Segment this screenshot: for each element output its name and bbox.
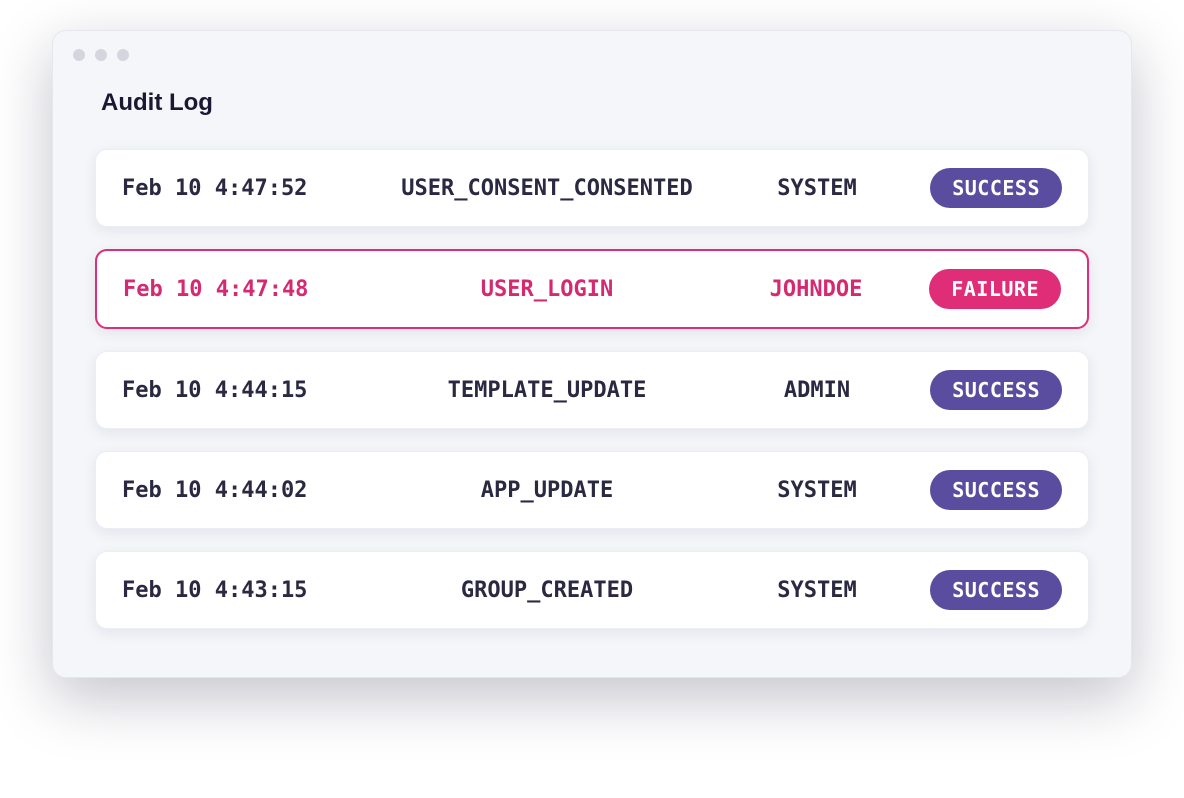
close-icon[interactable] bbox=[73, 49, 85, 61]
log-event: APP_UPDATE bbox=[362, 478, 732, 503]
log-actor: SYSTEM bbox=[742, 176, 892, 201]
log-row[interactable]: Feb 10 4:47:52 USER_CONSENT_CONSENTED SY… bbox=[95, 149, 1089, 227]
log-event: USER_CONSENT_CONSENTED bbox=[362, 176, 732, 201]
log-event: USER_LOGIN bbox=[363, 277, 731, 302]
log-timestamp: Feb 10 4:44:02 bbox=[122, 478, 352, 503]
log-row[interactable]: Feb 10 4:44:15 TEMPLATE_UPDATE ADMIN SUC… bbox=[95, 351, 1089, 429]
minimize-icon[interactable] bbox=[95, 49, 107, 61]
log-actor: ADMIN bbox=[742, 378, 892, 403]
maximize-icon[interactable] bbox=[117, 49, 129, 61]
page-title: Audit Log bbox=[101, 89, 1089, 117]
status-badge: FAILURE bbox=[929, 269, 1061, 309]
log-actor: JOHNDOE bbox=[741, 277, 891, 302]
log-event: GROUP_CREATED bbox=[362, 578, 732, 603]
log-timestamp: Feb 10 4:43:15 bbox=[122, 578, 352, 603]
audit-log-list: Feb 10 4:47:52 USER_CONSENT_CONSENTED SY… bbox=[95, 149, 1089, 629]
log-status-cell: FAILURE bbox=[901, 269, 1061, 309]
status-badge: SUCCESS bbox=[930, 570, 1062, 610]
log-status-cell: SUCCESS bbox=[902, 370, 1062, 410]
status-badge: SUCCESS bbox=[930, 470, 1062, 510]
status-badge: SUCCESS bbox=[930, 168, 1062, 208]
log-actor: SYSTEM bbox=[742, 478, 892, 503]
log-actor: SYSTEM bbox=[742, 578, 892, 603]
main-content: Audit Log Feb 10 4:47:52 USER_CONSENT_CO… bbox=[53, 61, 1131, 677]
app-window: Audit Log Feb 10 4:47:52 USER_CONSENT_CO… bbox=[52, 30, 1132, 678]
log-timestamp: Feb 10 4:47:48 bbox=[123, 277, 353, 302]
log-timestamp: Feb 10 4:44:15 bbox=[122, 378, 352, 403]
window-titlebar bbox=[53, 31, 1131, 61]
log-event: TEMPLATE_UPDATE bbox=[362, 378, 732, 403]
log-row[interactable]: Feb 10 4:47:48 USER_LOGIN JOHNDOE FAILUR… bbox=[95, 249, 1089, 329]
status-badge: SUCCESS bbox=[930, 370, 1062, 410]
log-status-cell: SUCCESS bbox=[902, 470, 1062, 510]
log-row[interactable]: Feb 10 4:44:02 APP_UPDATE SYSTEM SUCCESS bbox=[95, 451, 1089, 529]
log-timestamp: Feb 10 4:47:52 bbox=[122, 176, 352, 201]
log-row[interactable]: Feb 10 4:43:15 GROUP_CREATED SYSTEM SUCC… bbox=[95, 551, 1089, 629]
log-status-cell: SUCCESS bbox=[902, 570, 1062, 610]
log-status-cell: SUCCESS bbox=[902, 168, 1062, 208]
